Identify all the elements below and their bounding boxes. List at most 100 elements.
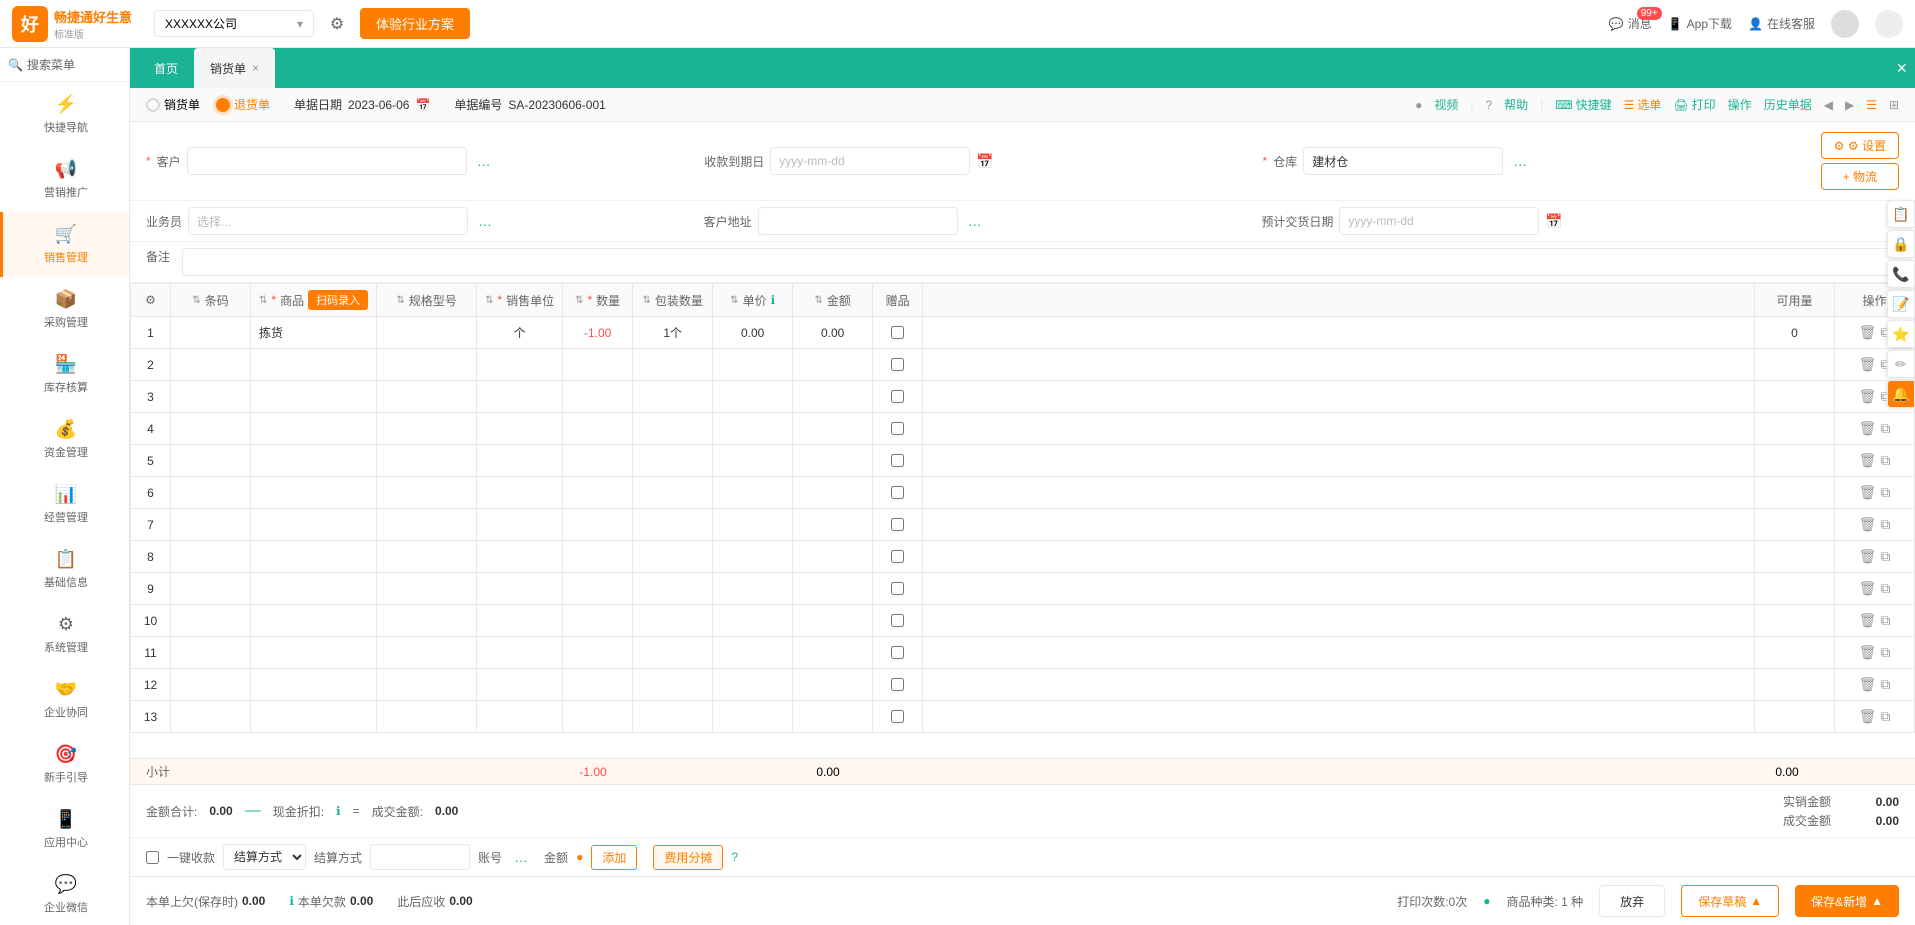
- quick-note-icon[interactable]: 📝: [1887, 290, 1915, 318]
- delete-icon[interactable]: 🗑: [1859, 580, 1877, 597]
- cell-qty[interactable]: [563, 541, 633, 573]
- quick-bell-icon[interactable]: 🔔: [1887, 380, 1915, 408]
- cell-barcode[interactable]: [171, 381, 251, 413]
- notes-input[interactable]: [182, 248, 1899, 276]
- cell-spec[interactable]: [377, 413, 477, 445]
- cell-amount[interactable]: 0.00: [793, 317, 873, 349]
- warehouse-input[interactable]: 建材仓: [1303, 147, 1503, 175]
- cell-amount[interactable]: [793, 637, 873, 669]
- gift-checkbox[interactable]: [891, 454, 904, 467]
- cell-unit[interactable]: [477, 605, 563, 637]
- cell-pkgqty[interactable]: [633, 477, 713, 509]
- customer-address-input[interactable]: [758, 207, 958, 235]
- cell-pkgqty[interactable]: [633, 509, 713, 541]
- search-menu[interactable]: 🔍 搜索菜单: [0, 48, 129, 82]
- gift-checkbox[interactable]: [891, 646, 904, 659]
- cell-price[interactable]: [713, 605, 793, 637]
- delete-icon[interactable]: 🗑: [1859, 324, 1877, 341]
- copy-icon[interactable]: ⧉: [1880, 484, 1890, 501]
- cell-unit[interactable]: [477, 349, 563, 381]
- cell-pkgqty[interactable]: [633, 381, 713, 413]
- cell-price[interactable]: [713, 637, 793, 669]
- cell-gift[interactable]: [873, 573, 923, 605]
- cell-spec[interactable]: [377, 509, 477, 541]
- delete-icon[interactable]: 🗑: [1859, 612, 1877, 629]
- th-settings-icon[interactable]: ⚙: [145, 293, 156, 307]
- due-date-calendar-icon[interactable]: 📅: [976, 153, 993, 170]
- cell-unit[interactable]: [477, 573, 563, 605]
- account-input[interactable]: [370, 844, 470, 870]
- cell-gift[interactable]: [873, 541, 923, 573]
- cell-qty[interactable]: [563, 573, 633, 605]
- shortcut-btn[interactable]: ⌨ 快捷键: [1555, 96, 1611, 113]
- online-service-btn[interactable]: 👤 在线客服: [1748, 15, 1815, 32]
- cell-amount[interactable]: [793, 573, 873, 605]
- trial-button[interactable]: 体验行业方案: [360, 8, 470, 39]
- cell-product[interactable]: [251, 669, 377, 701]
- company-selector[interactable]: XXXXXX公司 ▾: [154, 10, 314, 37]
- sidebar-item-marketing[interactable]: 📢 营销推广: [0, 147, 129, 212]
- sidebar-item-quick-nav[interactable]: ⚡ 快捷导航: [0, 82, 129, 147]
- cell-qty[interactable]: [563, 637, 633, 669]
- grid-view-icon[interactable]: ⊞: [1889, 98, 1899, 112]
- delete-icon[interactable]: 🗑: [1859, 516, 1877, 533]
- operate-btn[interactable]: 操作: [1728, 96, 1752, 113]
- close-window-icon[interactable]: ×: [1896, 58, 1907, 79]
- cell-price[interactable]: [713, 669, 793, 701]
- calendar-icon[interactable]: 📅: [415, 98, 430, 112]
- logistics-button[interactable]: + 物流: [1821, 163, 1899, 190]
- sidebar-item-guide[interactable]: 🎯 新手引导: [0, 732, 129, 797]
- cell-pkgqty[interactable]: [633, 605, 713, 637]
- cell-barcode[interactable]: [171, 413, 251, 445]
- cell-price[interactable]: [713, 701, 793, 733]
- cell-unit[interactable]: [477, 669, 563, 701]
- gift-checkbox[interactable]: [891, 582, 904, 595]
- cell-barcode[interactable]: [171, 637, 251, 669]
- payment-method-select[interactable]: 结算方式: [223, 844, 306, 870]
- table-container[interactable]: ⚙ ⇅ 条码 ⇅: [130, 283, 1915, 758]
- cell-qty[interactable]: [563, 701, 633, 733]
- cell-gift[interactable]: [873, 701, 923, 733]
- cell-qty[interactable]: [563, 477, 633, 509]
- cell-spec[interactable]: [377, 477, 477, 509]
- cell-gift[interactable]: [873, 605, 923, 637]
- cell-product[interactable]: [251, 605, 377, 637]
- prev-icon[interactable]: ◀: [1824, 98, 1833, 112]
- cell-amount[interactable]: [793, 541, 873, 573]
- cell-pkgqty[interactable]: [633, 445, 713, 477]
- cell-barcode[interactable]: [171, 669, 251, 701]
- cell-gift[interactable]: [873, 381, 923, 413]
- copy-icon[interactable]: ⧉: [1880, 644, 1890, 661]
- cell-price[interactable]: [713, 381, 793, 413]
- cell-pkgqty[interactable]: [633, 349, 713, 381]
- salesperson-ellipsis-icon[interactable]: …: [478, 213, 492, 229]
- cell-product[interactable]: [251, 509, 377, 541]
- delete-icon[interactable]: 🗑: [1859, 452, 1877, 469]
- delete-icon[interactable]: 🗑: [1859, 676, 1877, 693]
- cell-qty[interactable]: [563, 509, 633, 541]
- tab-close-icon[interactable]: ×: [252, 61, 259, 75]
- select-btn[interactable]: ☰ 选单: [1624, 96, 1662, 113]
- save-new-button[interactable]: 保存&新增 ▲: [1795, 885, 1899, 917]
- cell-gift[interactable]: [873, 413, 923, 445]
- delete-icon[interactable]: 🗑: [1859, 644, 1877, 661]
- cell-barcode[interactable]: [171, 317, 251, 349]
- cell-gift[interactable]: [873, 349, 923, 381]
- scan-button[interactable]: 扫码录入: [308, 290, 368, 310]
- cell-product[interactable]: [251, 701, 377, 733]
- cell-unit[interactable]: [477, 637, 563, 669]
- delete-icon[interactable]: 🗑: [1859, 484, 1877, 501]
- save-draft-button[interactable]: 保存草稿 ▲: [1681, 885, 1779, 917]
- copy-icon[interactable]: ⧉: [1880, 580, 1890, 597]
- cell-product[interactable]: [251, 381, 377, 413]
- sidebar-item-finance[interactable]: 💰 资金管理: [0, 407, 129, 472]
- cell-amount[interactable]: [793, 669, 873, 701]
- payment-help-icon[interactable]: ?: [731, 850, 738, 864]
- cell-product[interactable]: [251, 413, 377, 445]
- sidebar-item-appcenter[interactable]: 📱 应用中心: [0, 797, 129, 862]
- cell-amount[interactable]: [793, 509, 873, 541]
- sidebar-item-wechat[interactable]: 💬 企业微信: [0, 862, 129, 925]
- gift-checkbox[interactable]: [891, 710, 904, 723]
- cell-spec[interactable]: [377, 381, 477, 413]
- copy-icon[interactable]: ⧉: [1880, 708, 1890, 725]
